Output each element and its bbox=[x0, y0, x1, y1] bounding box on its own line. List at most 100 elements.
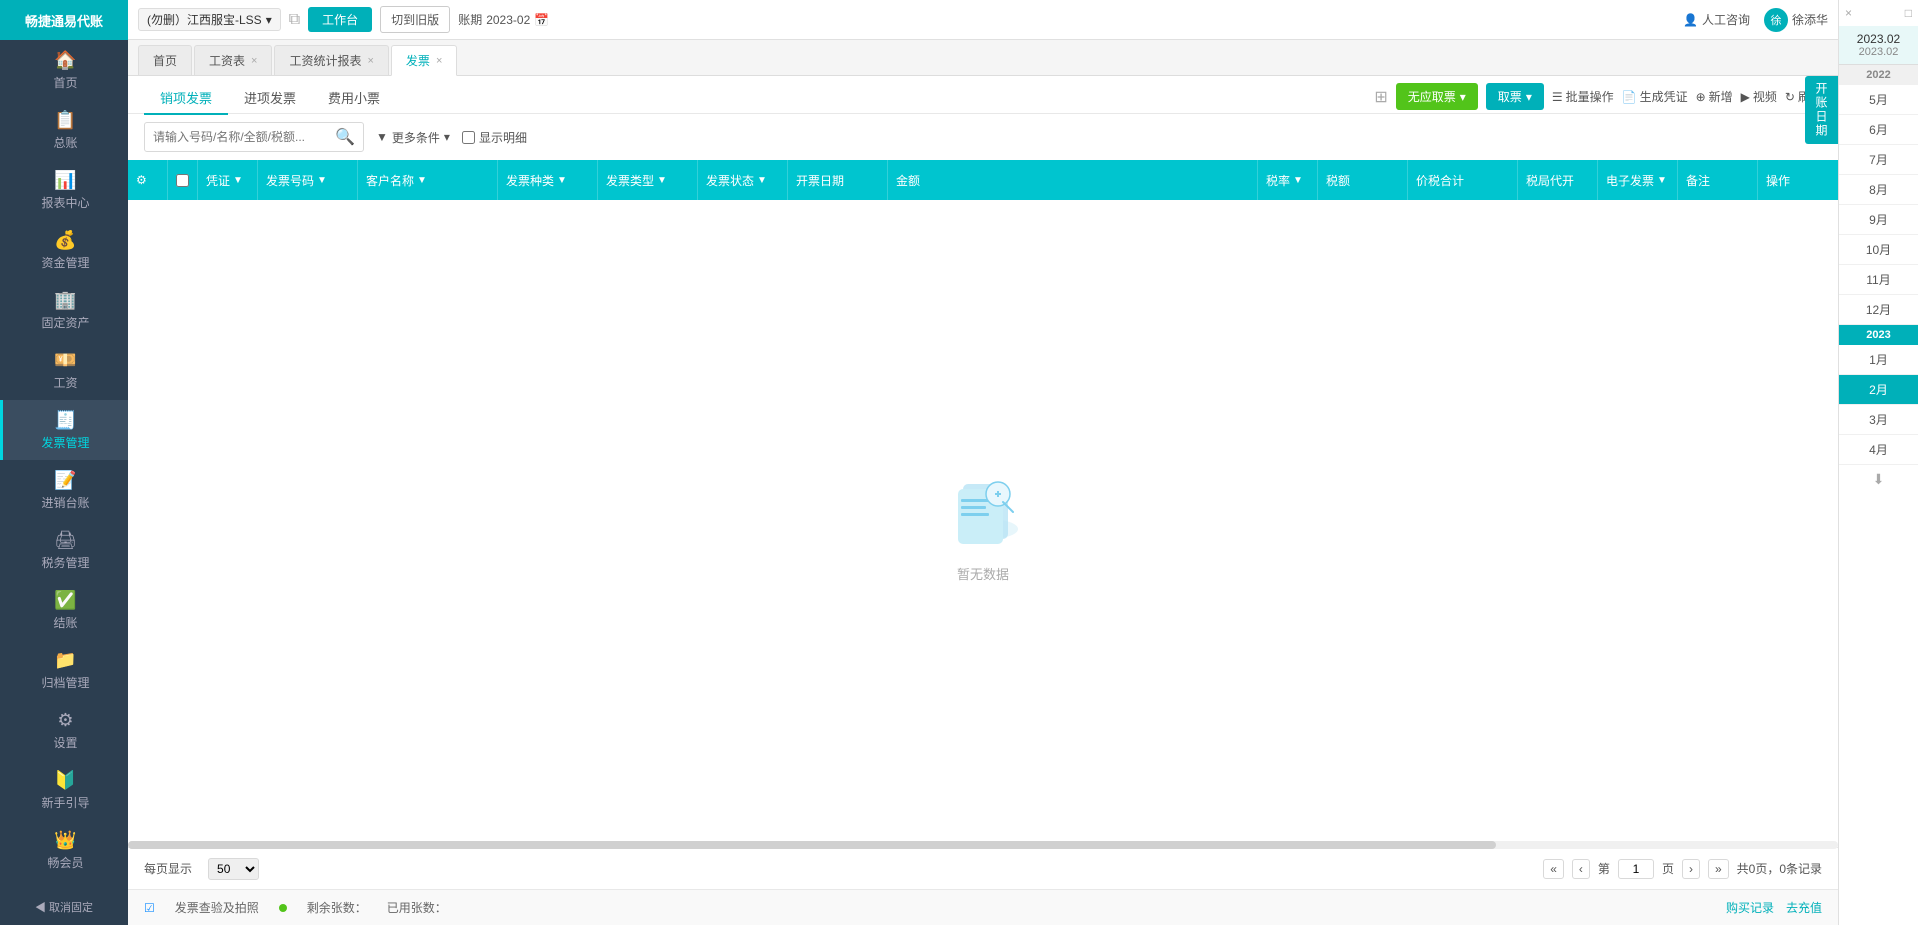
date-panel: × □ 2023.02 2023.02 2022 5月 6月 7月 8月 9月 … bbox=[1838, 0, 1918, 925]
month-2022-08[interactable]: 8月 bbox=[1839, 175, 1918, 205]
workspace-button[interactable]: 工作台 bbox=[308, 7, 372, 32]
month-2022-07[interactable]: 7月 bbox=[1839, 145, 1918, 175]
invoice-icon: 🧾 bbox=[54, 410, 76, 431]
company-name: (勿删）江西服宝-LSS bbox=[147, 11, 262, 28]
month-2022-12[interactable]: 12月 bbox=[1839, 295, 1918, 325]
th-customer-filter-icon[interactable]: ▼ bbox=[417, 175, 427, 186]
month-2023-03[interactable]: 3月 bbox=[1839, 405, 1918, 435]
scrollbar-thumb[interactable] bbox=[128, 841, 1496, 849]
sidebar-item-checkout[interactable]: ✅ 结账 bbox=[0, 580, 128, 640]
purchase-records-link[interactable]: 购买记录 bbox=[1726, 899, 1774, 916]
support-icon: 👤 bbox=[1683, 13, 1698, 27]
new-button[interactable]: ⊕ 新增 bbox=[1696, 88, 1733, 105]
month-2023-04[interactable]: 4月 bbox=[1839, 435, 1918, 465]
sidebar-item-ledger[interactable]: 📋 总账 bbox=[0, 100, 128, 160]
select-all-checkbox[interactable] bbox=[176, 174, 189, 187]
sidebar-item-label: 发票管理 bbox=[41, 434, 89, 451]
sidebar-item-label: 结账 bbox=[53, 614, 77, 631]
th-checkbox[interactable] bbox=[168, 160, 198, 200]
th-voucher-filter-icon[interactable]: ▼ bbox=[233, 175, 243, 186]
date-panel-expand-btn[interactable]: □ bbox=[1905, 6, 1912, 20]
sidebar-item-report[interactable]: 📊 报表中心 bbox=[0, 160, 128, 220]
subtabs: 销项发票 进项发票 费用小票 ⊞ 无应取票 ▾ 取票 ▾ ☰ 批量操作 bbox=[128, 76, 1838, 114]
th-invoice-category: 发票类型 ▼ bbox=[598, 160, 698, 200]
used-label: 已用张数： bbox=[387, 899, 447, 916]
subtab-sales-invoice[interactable]: 销项发票 bbox=[144, 82, 228, 115]
search-input[interactable] bbox=[153, 130, 329, 144]
th-e-invoice-filter-icon[interactable]: ▼ bbox=[1657, 175, 1667, 186]
user-menu[interactable]: 徐 徐添华 bbox=[1764, 8, 1828, 32]
tab-home-label: 首页 bbox=[153, 52, 177, 69]
open-period-button[interactable]: 开账日期 bbox=[1805, 76, 1838, 144]
tab-salary-report-close[interactable]: × bbox=[367, 55, 373, 67]
tab-home[interactable]: 首页 bbox=[138, 45, 192, 75]
no-tax-button[interactable]: 无应取票 ▾ bbox=[1396, 83, 1478, 110]
sidebar-item-funds[interactable]: 💰 资金管理 bbox=[0, 220, 128, 280]
sidebar-item-assets[interactable]: 🏢 固定资产 bbox=[0, 280, 128, 340]
month-2022-10[interactable]: 10月 bbox=[1839, 235, 1918, 265]
month-2022-06[interactable]: 6月 bbox=[1839, 115, 1918, 145]
th-invoice-no-filter-icon[interactable]: ▼ bbox=[317, 175, 327, 186]
per-page-select[interactable]: 50 100 200 bbox=[208, 858, 259, 880]
th-invoice-category-filter-icon[interactable]: ▼ bbox=[657, 175, 667, 186]
calendar-icon[interactable]: 📅 bbox=[534, 13, 549, 27]
th-e-invoice: 电子发票 ▼ bbox=[1598, 160, 1678, 200]
sidebar-item-archive[interactable]: 📁 归档管理 bbox=[0, 640, 128, 700]
th-tax-rate-filter-icon[interactable]: ▼ bbox=[1293, 175, 1303, 186]
month-2022-05[interactable]: 5月 bbox=[1839, 85, 1918, 115]
month-2022-09[interactable]: 9月 bbox=[1839, 205, 1918, 235]
video-button[interactable]: ▶ 视频 bbox=[1741, 88, 1777, 105]
sidebar-item-tax[interactable]: 🖨 税务管理 bbox=[0, 520, 128, 580]
first-page-button[interactable]: « bbox=[1543, 859, 1564, 879]
date-panel-close-btn[interactable]: × bbox=[1845, 6, 1852, 20]
subtab-purchase-invoice[interactable]: 进项发票 bbox=[228, 82, 312, 115]
tab-invoice[interactable]: 发票 × bbox=[391, 45, 457, 76]
sidebar: 畅捷通易代账 🏠 首页 📋 总账 📊 报表中心 💰 资金管理 🏢 固定资产 💴 … bbox=[0, 0, 128, 925]
show-detail-wrap[interactable]: 显示明细 bbox=[462, 129, 527, 146]
recharge-link[interactable]: 去充值 bbox=[1786, 899, 1822, 916]
support-btn[interactable]: 👤 人工咨询 bbox=[1683, 11, 1750, 28]
th-date: 开票日期 bbox=[788, 160, 888, 200]
search-input-wrap[interactable]: 🔍 bbox=[144, 122, 364, 152]
tax-button[interactable]: 取票 ▾ bbox=[1486, 83, 1544, 110]
company-selector[interactable]: (勿删）江西服宝-LSS ▾ bbox=[138, 8, 281, 31]
generate-voucher-button[interactable]: 📄 生成凭证 bbox=[1622, 88, 1688, 105]
show-detail-checkbox[interactable] bbox=[462, 131, 475, 144]
th-invoice-type-filter-icon[interactable]: ▼ bbox=[557, 175, 567, 186]
subtab-expense-receipt[interactable]: 费用小票 bbox=[312, 82, 396, 115]
prev-page-button[interactable]: ‹ bbox=[1572, 859, 1590, 879]
th-tax-office-label: 税局代开 bbox=[1526, 172, 1574, 189]
th-invoice-status-filter-icon[interactable]: ▼ bbox=[757, 175, 767, 186]
th-note-label: 备注 bbox=[1686, 172, 1710, 189]
topbar-right: 👤 人工咨询 徐 徐添华 bbox=[1683, 8, 1828, 32]
sidebar-item-salary[interactable]: 💴 工资 bbox=[0, 340, 128, 400]
horizontal-scrollbar[interactable] bbox=[128, 841, 1838, 849]
empty-text: 暂无数据 bbox=[957, 564, 1009, 583]
copy-icon[interactable]: ⧉ bbox=[289, 11, 300, 29]
month-2023-02[interactable]: 2月 bbox=[1839, 375, 1918, 405]
grid-icon[interactable]: ⊞ bbox=[1374, 87, 1387, 107]
last-page-button[interactable]: » bbox=[1708, 859, 1729, 879]
sidebar-item-guide[interactable]: 🔰 新手引导 bbox=[0, 760, 128, 820]
filter-button[interactable]: ▼ 更多条件 ▾ bbox=[376, 129, 450, 146]
batch-ops-label: 批量操作 bbox=[1566, 88, 1614, 105]
sidebar-item-settings[interactable]: ⚙ 设置 bbox=[0, 700, 128, 760]
month-2023-01[interactable]: 1月 bbox=[1839, 345, 1918, 375]
page-input[interactable] bbox=[1618, 859, 1654, 879]
sidebar-item-member[interactable]: 👑 畅会员 bbox=[0, 820, 128, 880]
month-2022-11[interactable]: 11月 bbox=[1839, 265, 1918, 295]
switch-version-button[interactable]: 切到旧版 bbox=[380, 6, 450, 33]
next-page-button[interactable]: › bbox=[1682, 859, 1700, 879]
search-icon[interactable]: 🔍 bbox=[335, 127, 355, 147]
settings-col-icon[interactable]: ⚙ bbox=[136, 173, 147, 187]
tab-salary-report[interactable]: 工资统计报表 × bbox=[274, 45, 388, 75]
sidebar-item-home[interactable]: 🏠 首页 bbox=[0, 40, 128, 100]
sidebar-collapse-btn[interactable]: ◀ 取消固定 bbox=[0, 889, 128, 925]
tab-salary[interactable]: 工资表 × bbox=[194, 45, 272, 75]
date-panel-scroll-down[interactable]: ⬇ bbox=[1839, 465, 1918, 494]
batch-ops-button[interactable]: ☰ 批量操作 bbox=[1552, 88, 1614, 105]
tab-invoice-close[interactable]: × bbox=[436, 55, 442, 67]
tab-salary-close[interactable]: × bbox=[251, 55, 257, 67]
sidebar-item-trade[interactable]: 📝 进销台账 bbox=[0, 460, 128, 520]
sidebar-item-invoice[interactable]: 🧾 发票管理 bbox=[0, 400, 128, 460]
